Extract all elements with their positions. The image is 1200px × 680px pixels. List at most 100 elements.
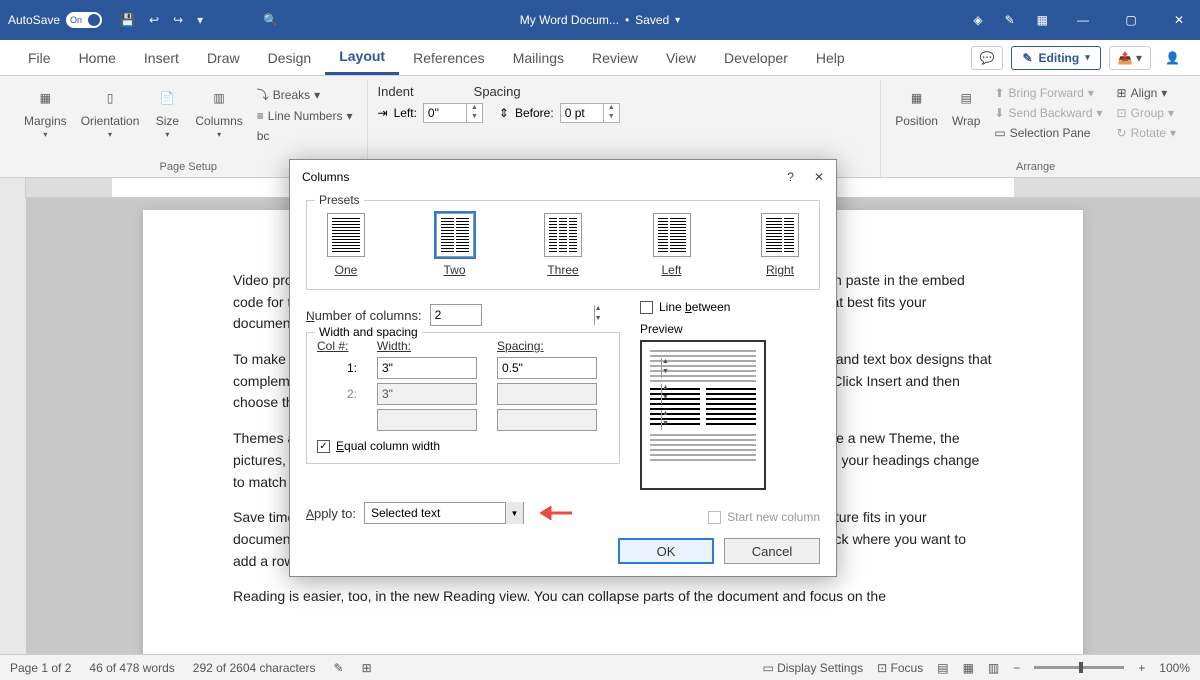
close-icon[interactable]: ✕ (814, 170, 824, 184)
tab-review[interactable]: Review (578, 42, 652, 74)
selection-pane-icon: ▭ (994, 126, 1005, 140)
search-icon[interactable]: 🔍 (263, 13, 278, 27)
wrap-text-button[interactable]: ▤Wrap (948, 82, 984, 130)
tab-view[interactable]: View (652, 42, 710, 74)
chevron-down-icon[interactable]: ▾ (675, 15, 680, 26)
position-button[interactable]: ▦Position (891, 82, 942, 130)
toggle-switch[interactable]: On (66, 12, 102, 28)
help-icon[interactable]: ? (787, 170, 794, 184)
zoom-slider[interactable] (1034, 666, 1124, 669)
read-mode-icon[interactable]: ▤ (937, 661, 948, 675)
web-layout-icon[interactable]: ▥ (988, 661, 999, 675)
pencil-icon: ✎ (1022, 51, 1032, 65)
spell-check-icon[interactable]: ✎ (334, 661, 344, 675)
diamond-icon[interactable]: ◈ (973, 13, 982, 27)
accessibility-icon[interactable]: ⊞ (362, 661, 372, 675)
qat-dropdown-icon[interactable]: ▾ (197, 13, 203, 27)
margins-icon: ▦ (31, 84, 59, 112)
dialog-titlebar[interactable]: Columns ?✕ (290, 160, 836, 194)
tab-developer[interactable]: Developer (710, 42, 802, 74)
status-page[interactable]: Page 1 of 2 (10, 661, 71, 675)
indent-left-input[interactable]: ▲▼ (423, 103, 483, 123)
tab-help[interactable]: Help (802, 42, 859, 74)
group-button[interactable]: ⊡Group ▾ (1113, 104, 1180, 122)
ok-button[interactable]: OK (618, 538, 714, 564)
width1-input[interactable]: ▲▼ (377, 357, 477, 379)
display-settings[interactable]: ▭ Display Settings (762, 661, 863, 675)
zoom-in[interactable]: + (1138, 661, 1145, 675)
apply-to-value: Selected text (371, 506, 440, 520)
bring-forward-button[interactable]: ⬆Bring Forward ▾ (990, 84, 1106, 102)
tab-home[interactable]: Home (65, 42, 130, 74)
save-icon[interactable]: 💾 (120, 13, 135, 27)
minimize-button[interactable]: — (1070, 13, 1096, 27)
toggle-state: On (70, 15, 82, 25)
ribbon-tabs: File Home Insert Draw Design Layout Refe… (0, 40, 1200, 76)
app-icon[interactable]: ▦ (1037, 13, 1048, 27)
rotate-icon: ↻ (1117, 126, 1127, 140)
num-columns-input[interactable]: ▲▼ (430, 304, 482, 326)
redo-icon[interactable]: ↪ (173, 13, 183, 27)
position-icon: ▦ (903, 84, 931, 112)
account-icon[interactable]: 👤 (1159, 51, 1186, 65)
preset-one[interactable]: One (327, 213, 365, 277)
width-spacing-legend: Width and spacing (315, 325, 422, 339)
pen-icon[interactable]: ✎ (1005, 13, 1015, 27)
preset-two[interactable]: Two (436, 213, 474, 277)
hyphenation-button[interactable]: bc (253, 127, 357, 145)
chevron-down-icon[interactable]: ▼ (505, 502, 523, 524)
columns-button[interactable]: ▥Columns▾ (191, 82, 246, 141)
document-title[interactable]: My Word Docum... • Saved ▾ (520, 13, 680, 27)
selection-pane-button[interactable]: ▭Selection Pane (990, 124, 1106, 142)
share-button[interactable]: 📤 ▾ (1109, 46, 1151, 70)
cancel-button[interactable]: Cancel (724, 538, 820, 564)
orientation-button[interactable]: ▯Orientation▾ (77, 82, 144, 141)
zoom-level[interactable]: 100% (1159, 661, 1190, 675)
zoom-out[interactable]: − (1013, 661, 1020, 675)
status-words[interactable]: 46 of 478 words (89, 661, 174, 675)
editing-mode-button[interactable]: ✎Editing▾ (1011, 46, 1100, 70)
columns-icon: ▥ (205, 84, 233, 112)
tab-references[interactable]: References (399, 42, 499, 74)
spacing-before-input[interactable]: ▲▼ (560, 103, 620, 123)
margins-button[interactable]: ▦Margins▾ (20, 82, 71, 141)
status-chars[interactable]: 292 of 2604 characters (193, 661, 316, 675)
tab-mailings[interactable]: Mailings (499, 42, 578, 74)
tab-insert[interactable]: Insert (130, 42, 193, 74)
equal-width-checkbox[interactable]: ✓Equal column width (317, 439, 609, 453)
size-button[interactable]: 📄Size▾ (149, 82, 185, 141)
tab-file[interactable]: File (14, 42, 65, 74)
preset-right[interactable]: Right (761, 213, 799, 277)
preset-two-label: Two (443, 263, 465, 277)
preset-left[interactable]: Left (653, 213, 691, 277)
autosave-toggle[interactable]: AutoSave On (8, 12, 102, 28)
print-layout-icon[interactable]: ▦ (963, 661, 974, 675)
columns-dialog: Columns ?✕ Presets One Two Three Left Ri… (289, 159, 837, 577)
tab-layout[interactable]: Layout (325, 40, 399, 75)
align-button[interactable]: ⊞Align ▾ (1113, 84, 1180, 102)
maximize-button[interactable]: ▢ (1118, 13, 1144, 27)
undo-icon[interactable]: ↩ (149, 13, 159, 27)
start-new-column-checkbox: Start new column (708, 510, 820, 524)
send-backward-button[interactable]: ⬇Send Backward ▾ (990, 104, 1106, 122)
save-state: Saved (635, 13, 669, 27)
preset-one-label: One (335, 263, 358, 277)
focus-button[interactable]: ⊡ Focus (877, 661, 923, 675)
preset-three[interactable]: Three (544, 213, 582, 277)
spacing2-input: ▲▼ (497, 383, 597, 405)
rotate-button[interactable]: ↻Rotate ▾ (1113, 124, 1180, 142)
start-new-label: Start new column (727, 510, 820, 524)
spacing1-input[interactable]: ▲▼ (497, 357, 597, 379)
presets-legend: Presets (315, 193, 364, 207)
comments-button[interactable]: 💬 (971, 46, 1004, 70)
tab-design[interactable]: Design (254, 42, 326, 74)
line-numbers-button[interactable]: ≡Line Numbers ▾ (253, 107, 357, 125)
group-label-arrange: Arrange (891, 159, 1180, 177)
apply-to-select[interactable]: Selected text ▼ (364, 502, 524, 524)
close-button[interactable]: ✕ (1166, 13, 1192, 27)
status-bar: Page 1 of 2 46 of 478 words 292 of 2604 … (0, 654, 1200, 680)
spacing-header: Spacing: (497, 339, 597, 353)
line-between-checkbox[interactable]: Line between (640, 300, 820, 314)
breaks-button[interactable]: ⤵Breaks ▾ (253, 84, 357, 105)
tab-draw[interactable]: Draw (193, 42, 254, 74)
